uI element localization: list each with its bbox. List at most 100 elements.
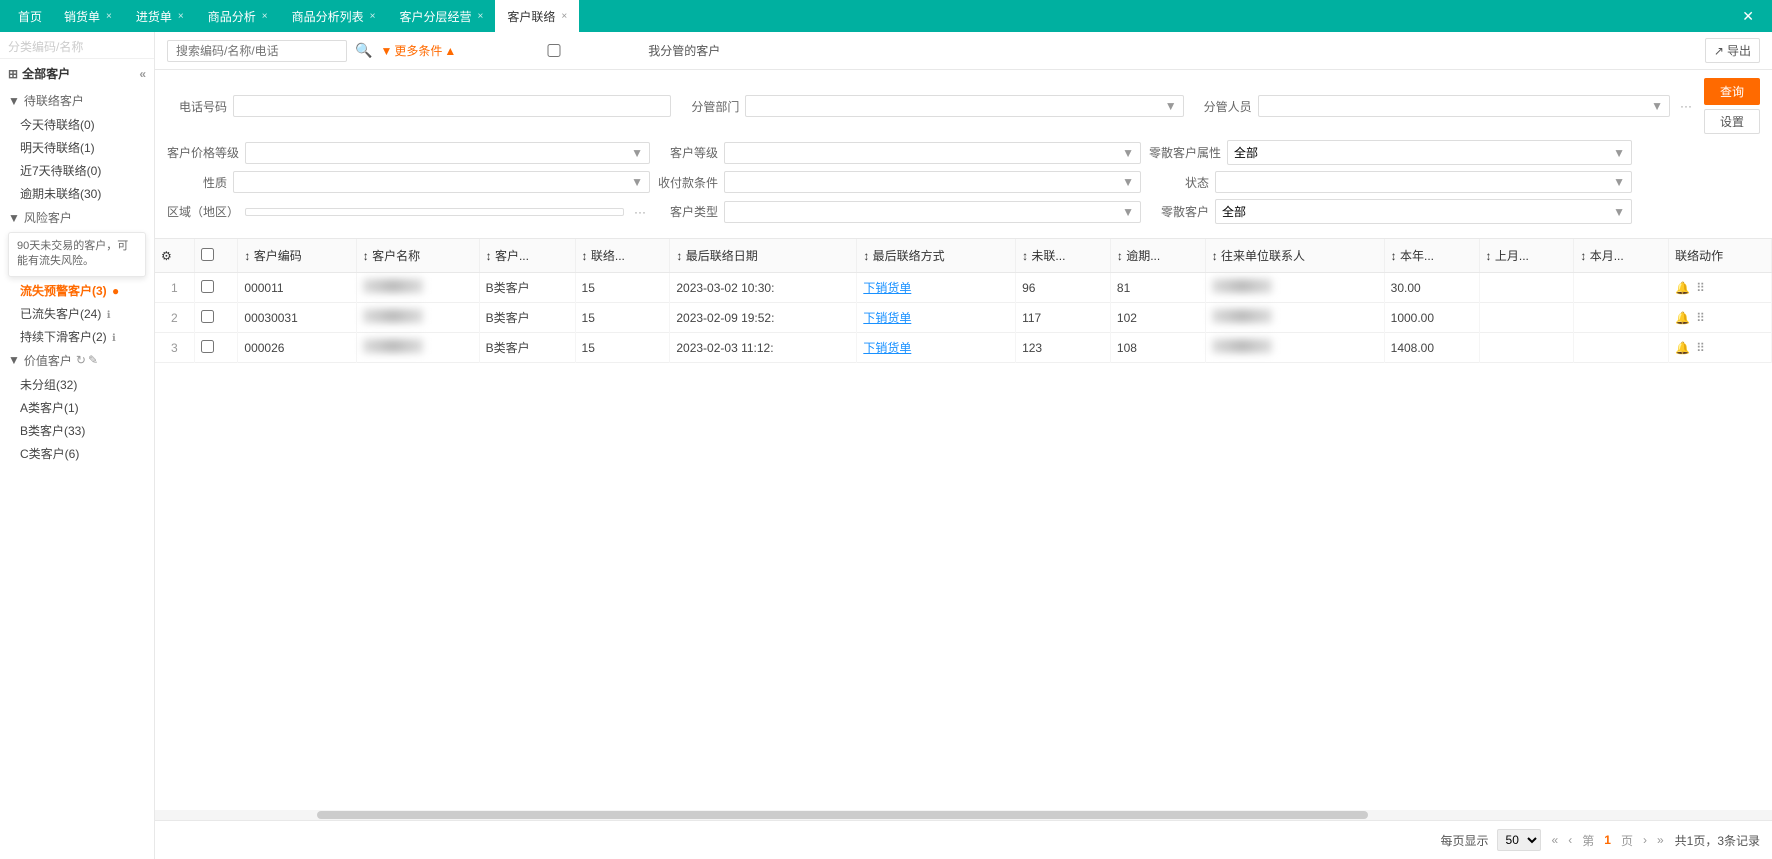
sidebar-search-input[interactable] <box>8 40 155 54</box>
sidebar-item-c-class[interactable]: C类客户(6) <box>0 442 154 465</box>
my-customers-check[interactable] <box>464 44 644 57</box>
more-actions-icon[interactable]: ⠿ <box>1696 281 1705 295</box>
filter-price-tier-select[interactable]: ▼ <box>245 142 650 164</box>
cell-action[interactable]: 🔔 ⠿ <box>1669 303 1772 333</box>
contact-icon[interactable]: 🔔 <box>1675 311 1690 325</box>
col-last-contact-date[interactable]: ↕ 最后联络日期 <box>670 239 857 273</box>
scrollbar-thumb[interactable] <box>317 811 1368 819</box>
filter-nature-select[interactable]: ▼ <box>233 171 650 193</box>
close-analysis-list-tab[interactable]: × <box>370 11 376 22</box>
sidebar-item-churned[interactable]: 已流失客户(24) ℹ <box>0 302 154 325</box>
cell-action[interactable]: 🔔 ⠿ <box>1669 273 1772 303</box>
sidebar-group-pending[interactable]: ▼ 待联络客户 <box>0 88 154 113</box>
sidebar-item-tomorrow[interactable]: 明天待联络(1) <box>0 136 154 159</box>
tab-customer-tier[interactable]: 客户分层经营 × <box>387 0 495 32</box>
filter-retail-customer-select[interactable]: 全部 ▼ <box>1215 199 1632 224</box>
tab-customer-connect[interactable]: 客户联络 × <box>495 0 579 32</box>
horizontal-scrollbar[interactable] <box>155 810 1772 820</box>
contact-icon[interactable]: 🔔 <box>1675 281 1690 295</box>
filter-person-select[interactable]: ▼ <box>1258 95 1670 117</box>
close-purchase-tab[interactable]: × <box>178 11 184 22</box>
close-analysis-tab[interactable]: × <box>262 11 268 22</box>
select-all-checkbox[interactable] <box>201 248 214 261</box>
sidebar-all-customers[interactable]: ⊞ 全部客户 « <box>0 59 154 88</box>
sidebar-item-b-class[interactable]: B类客户(33) <box>0 419 154 442</box>
filter-region-select[interactable] <box>245 208 624 216</box>
sidebar-collapse-btn[interactable]: « <box>139 67 146 81</box>
sidebar-group-value[interactable]: ▼ 价值客户 ↻ ✎ <box>0 348 154 373</box>
col-last-month[interactable]: ↕ 上月... <box>1479 239 1574 273</box>
col-settings[interactable]: ⚙ <box>155 239 194 273</box>
search-input[interactable] <box>167 40 347 62</box>
row-checkbox[interactable] <box>201 310 214 323</box>
more-conditions-btn[interactable]: ▼ 更多条件 ▲ <box>380 42 456 59</box>
col-this-month[interactable]: ↕ 本月... <box>1574 239 1669 273</box>
filter-retail-attr-select[interactable]: 全部 ▼ <box>1227 140 1632 165</box>
col-last-contact-method[interactable]: ↕ 最后联络方式 <box>857 239 1016 273</box>
tab-purchase[interactable]: 进货单 × <box>124 0 196 32</box>
query-button[interactable]: 查询 <box>1704 78 1760 105</box>
filter-status-select[interactable]: ▼ <box>1215 171 1632 193</box>
sidebar-item-unclassified[interactable]: 未分组(32) <box>0 373 154 396</box>
col-name[interactable]: ↕ 客户名称 <box>356 239 479 273</box>
close-customer-connect-tab[interactable]: × <box>561 11 567 22</box>
tab-analysis[interactable]: 商品分析 × <box>196 0 280 32</box>
close-sales-tab[interactable]: × <box>106 11 112 22</box>
filter-person-dots[interactable]: ··· <box>1676 99 1696 113</box>
cell-last-contact-method[interactable]: 下销货单 <box>857 273 1016 303</box>
per-page-select[interactable]: 50 <box>1497 829 1541 851</box>
page-word-end: 页 <box>1618 832 1636 849</box>
sidebar-item-week[interactable]: 近7天待联络(0) <box>0 159 154 182</box>
col-checkbox[interactable] <box>194 239 238 273</box>
tab-analysis-list[interactable]: 商品分析列表 × <box>280 0 388 32</box>
sidebar-item-overdue-contact[interactable]: 逾期未联络(30) <box>0 182 154 205</box>
filter-region-dots[interactable]: ··· <box>630 205 650 219</box>
edit-icon[interactable]: ✎ <box>88 353 98 367</box>
last-page-btn[interactable]: » <box>1654 833 1667 847</box>
col-type[interactable]: ↕ 客户... <box>479 239 575 273</box>
cell-checkbox[interactable] <box>194 273 238 303</box>
window-close-btn[interactable]: ✕ <box>1732 8 1764 25</box>
filter-retail-attr-label: 零散客户属性 <box>1149 144 1221 161</box>
close-customer-tier-tab[interactable]: × <box>477 11 483 22</box>
more-actions-icon[interactable]: ⠿ <box>1696 341 1705 355</box>
tab-home[interactable]: 首页 <box>8 8 52 25</box>
sidebar-item-downtrend[interactable]: 持续下滑客户(2) ℹ <box>0 325 154 348</box>
col-contacts[interactable]: ↕ 联络... <box>575 239 670 273</box>
filter-phone-input[interactable] <box>233 95 671 117</box>
more-actions-icon[interactable]: ⠿ <box>1696 311 1705 325</box>
next-page-btn[interactable]: › <box>1640 833 1650 847</box>
col-uncontacted[interactable]: ↕ 未联... <box>1016 239 1111 273</box>
cell-last-contact-method[interactable]: 下销货单 <box>857 303 1016 333</box>
col-code[interactable]: ↕ 客户编码 <box>238 239 356 273</box>
filter-customer-type-select[interactable]: ▼ <box>724 201 1141 223</box>
export-button[interactable]: ↗ 导出 <box>1705 38 1760 63</box>
row-checkbox[interactable] <box>201 340 214 353</box>
col-this-year[interactable]: ↕ 本年... <box>1384 239 1479 273</box>
settings-button[interactable]: 设置 <box>1704 109 1760 134</box>
row-checkbox[interactable] <box>201 280 214 293</box>
sidebar-item-today[interactable]: 今天待联络(0) <box>0 113 154 136</box>
sidebar-item-a-class[interactable]: A类客户(1) <box>0 396 154 419</box>
cell-action[interactable]: 🔔 ⠿ <box>1669 333 1772 363</box>
filter-phone-label: 电话号码 <box>167 98 227 115</box>
cell-checkbox[interactable] <box>194 303 238 333</box>
col-overdue[interactable]: ↕ 逾期... <box>1110 239 1205 273</box>
cell-this-month <box>1574 273 1669 303</box>
caret-down-icon-4: ▼ <box>1122 146 1134 160</box>
first-page-btn[interactable]: « <box>1549 833 1562 847</box>
cell-checkbox[interactable] <box>194 333 238 363</box>
tab-sales[interactable]: 销货单 × <box>52 0 124 32</box>
contact-icon[interactable]: 🔔 <box>1675 341 1690 355</box>
sidebar-item-churn-risk[interactable]: 流失预警客户(3) ● <box>0 279 154 302</box>
prev-page-btn[interactable]: ‹ <box>1565 833 1575 847</box>
refresh-icon[interactable]: ↻ <box>76 353 86 367</box>
my-customers-checkbox[interactable]: 我分管的客户 <box>464 42 720 59</box>
filter-customer-tier-select[interactable]: ▼ <box>724 142 1141 164</box>
col-company-contact[interactable]: ↕ 往来单位联系人 <box>1205 239 1384 273</box>
cell-last-contact-method[interactable]: 下销货单 <box>857 333 1016 363</box>
search-button[interactable]: 🔍 <box>355 42 372 59</box>
sidebar-group-risk[interactable]: ▼ 风险客户 <box>0 205 154 230</box>
filter-payment-select[interactable]: ▼ <box>724 171 1141 193</box>
filter-dept-select[interactable]: ▼ <box>745 95 1183 117</box>
